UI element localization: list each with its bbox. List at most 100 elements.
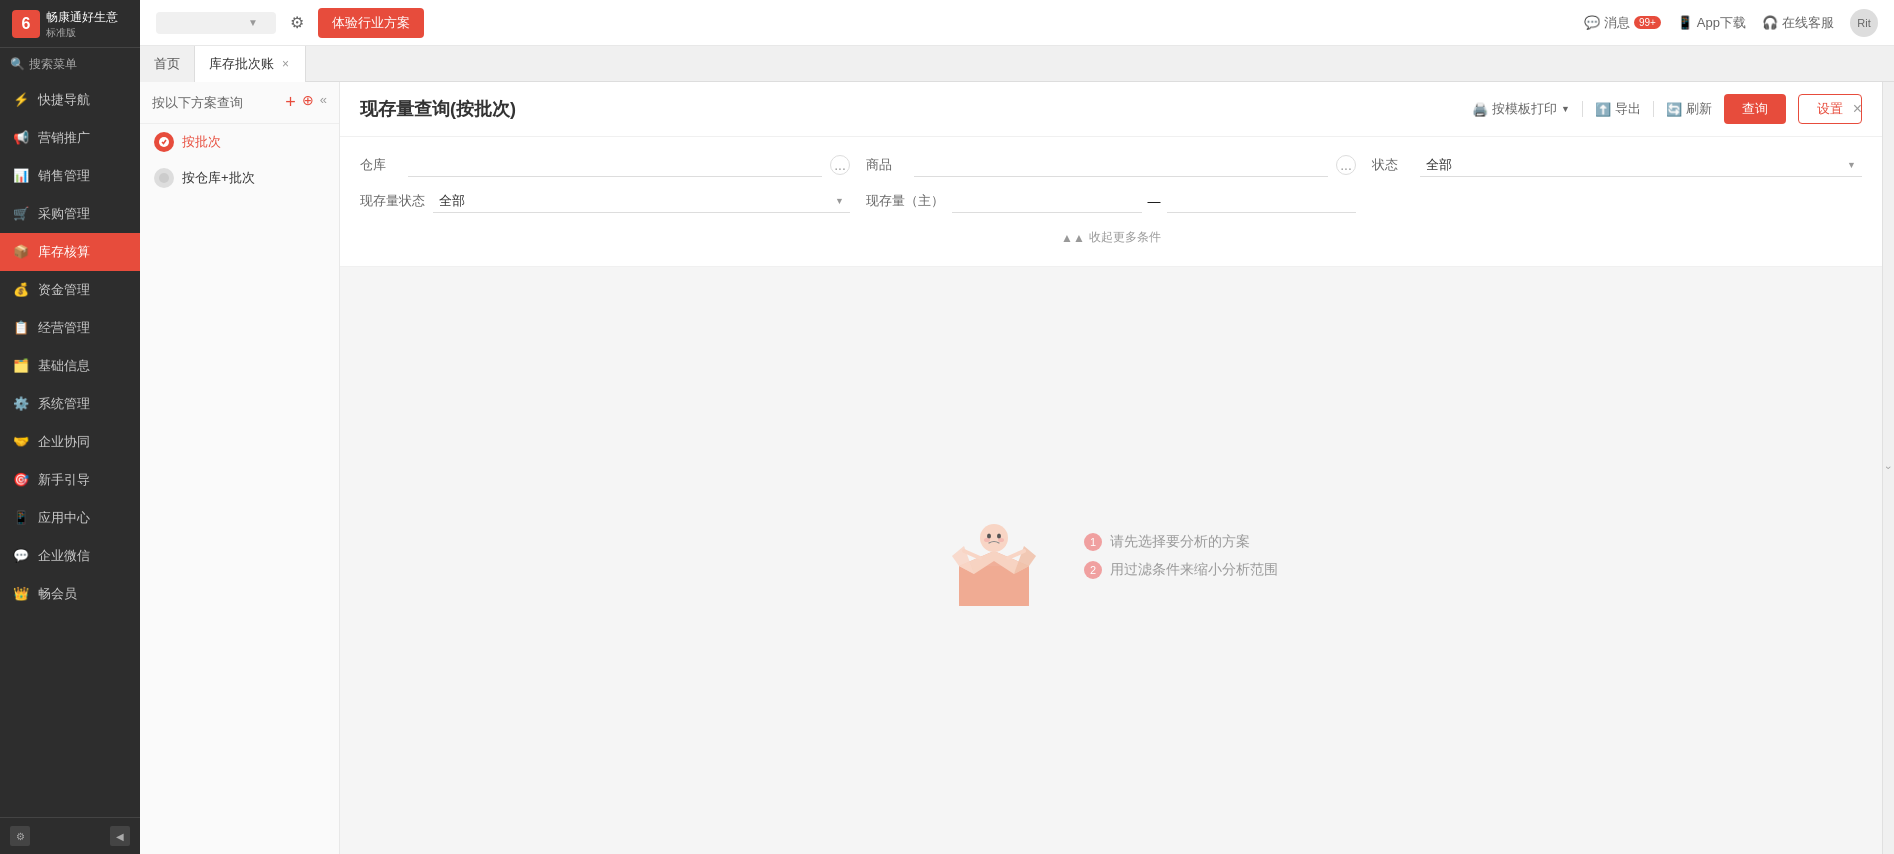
range-dash: — bbox=[1148, 194, 1161, 209]
svg-point-9 bbox=[997, 533, 1001, 538]
chevron-down-icon: ▼ bbox=[248, 17, 258, 28]
divider bbox=[1653, 101, 1654, 117]
messages-item[interactable]: 💬 消息 99+ bbox=[1584, 14, 1661, 32]
user-avatar[interactable]: Rit bbox=[1850, 9, 1878, 37]
tip-item-2: 2 用过滤条件来缩小分析范围 bbox=[1084, 561, 1278, 579]
inventory-qty-label: 现存量（主） bbox=[866, 192, 944, 210]
app-center-icon: 📱 bbox=[12, 509, 30, 527]
collapse-label: 收起更多条件 bbox=[1089, 229, 1161, 246]
svg-point-10 bbox=[984, 538, 990, 542]
warehouse-label: 仓库 bbox=[360, 156, 400, 174]
messages-badge: 99+ bbox=[1634, 16, 1661, 29]
status-select[interactable]: 全部 正常 异常 bbox=[1420, 153, 1862, 177]
scheme-by-warehouse-batch[interactable]: 按仓库+批次 bbox=[140, 160, 339, 196]
svg-point-8 bbox=[987, 533, 991, 538]
sidebar-item-system[interactable]: ⚙️ 系统管理 bbox=[0, 385, 140, 423]
sidebar-item-inventory[interactable]: 📦 库存核算 bbox=[0, 233, 140, 271]
member-icon: 👑 bbox=[12, 585, 30, 603]
phone-icon: 📱 bbox=[1677, 15, 1693, 30]
topbar-gear-icon[interactable]: ⚙ bbox=[286, 9, 308, 36]
main-area: ▼ ⚙ 体验行业方案 💬 消息 99+ 📱 App下载 🎧 在线客服 Rit bbox=[140, 0, 1894, 854]
app-download-item[interactable]: 📱 App下载 bbox=[1677, 14, 1746, 32]
goods-input[interactable] bbox=[914, 153, 1328, 177]
page-close-icon[interactable]: × bbox=[1853, 100, 1862, 118]
wechat-icon: 💬 bbox=[12, 547, 30, 565]
refresh-action[interactable]: 🔄 刷新 bbox=[1666, 100, 1712, 118]
sidebar-item-app-center[interactable]: 📱 应用中心 bbox=[0, 499, 140, 537]
refresh-icon: 🔄 bbox=[1666, 102, 1682, 117]
query-button[interactable]: 查询 bbox=[1724, 94, 1786, 124]
sidebar-item-sales[interactable]: 📊 销售管理 bbox=[0, 157, 140, 195]
goods-more-button[interactable]: ... bbox=[1336, 155, 1356, 175]
sidebar-item-basic[interactable]: 🗂️ 基础信息 bbox=[0, 347, 140, 385]
svg-point-7 bbox=[980, 524, 1008, 552]
tip-text-1: 请先选择要分析的方案 bbox=[1110, 533, 1250, 551]
user-name: Rit bbox=[1857, 17, 1870, 29]
settings-icon: ⚙ bbox=[16, 831, 25, 842]
tip-num-2: 2 bbox=[1084, 561, 1102, 579]
filter-row-2: 现存量状态 全部 有库存 无库存 现存量（主） bbox=[360, 189, 1862, 213]
sidebar-nav: ⚡ 快捷导航 📢 营销推广 📊 销售管理 🛒 采购管理 📦 库存核算 💰 资金管… bbox=[0, 81, 140, 817]
sidebar-item-label: 采购管理 bbox=[38, 205, 90, 223]
filter-inventory-status: 现存量状态 全部 有库存 无库存 bbox=[360, 189, 850, 213]
tab-close-icon[interactable]: × bbox=[280, 55, 291, 73]
sidebar-item-purchase[interactable]: 🛒 采购管理 bbox=[0, 195, 140, 233]
sidebar-item-label: 库存核算 bbox=[38, 243, 90, 261]
brand-info: 畅康通好生意 标准版 bbox=[46, 10, 118, 39]
sidebar-item-label: 基础信息 bbox=[38, 357, 90, 375]
topbar-search-input[interactable] bbox=[164, 16, 244, 30]
sidebar-item-wechat[interactable]: 💬 企业微信 bbox=[0, 537, 140, 575]
search-icon: 🔍 bbox=[10, 57, 25, 71]
tab-inventory-label: 库存批次账 bbox=[209, 55, 274, 73]
scheme-by-batch[interactable]: 按批次 bbox=[140, 124, 339, 160]
page-actions: 🖨️ 按模板打印 ▼ ⬆️ 导出 🔄 刷新 查询 设置 bbox=[1472, 94, 1862, 124]
add-scheme-icon[interactable]: + bbox=[285, 92, 296, 113]
sidebar-item-label: 销售管理 bbox=[38, 167, 90, 185]
topbar-input-area[interactable]: ▼ bbox=[156, 12, 276, 34]
status-label: 状态 bbox=[1372, 156, 1412, 174]
inventory-status-select-wrapper: 全部 有库存 无库存 bbox=[433, 189, 850, 213]
sidebar-footer: ⚙ ◀ bbox=[0, 817, 140, 854]
collapse-icon: ◀ bbox=[116, 831, 124, 842]
svg-point-1 bbox=[159, 173, 169, 183]
online-service-item[interactable]: 🎧 在线客服 bbox=[1762, 14, 1834, 32]
print-icon: 🖨️ bbox=[1472, 102, 1488, 117]
tab-inventory-batch[interactable]: 库存批次账 × bbox=[195, 46, 306, 82]
left-panel-header: 按以下方案查询 + ⊕ « bbox=[140, 82, 339, 124]
sidebar-item-enterprise[interactable]: 🤝 企业协同 bbox=[0, 423, 140, 461]
scheme-settings-icon[interactable]: ⊕ bbox=[302, 92, 314, 113]
left-panel-title: 按以下方案查询 bbox=[152, 94, 243, 112]
experience-btn[interactable]: 体验行业方案 bbox=[318, 8, 424, 38]
inventory-status-select[interactable]: 全部 有库存 无库存 bbox=[433, 189, 850, 213]
print-action[interactable]: 🖨️ 按模板打印 ▼ bbox=[1472, 100, 1570, 118]
topbar-right: 💬 消息 99+ 📱 App下载 🎧 在线客服 Rit bbox=[1584, 9, 1878, 37]
headset-icon: 🎧 bbox=[1762, 15, 1778, 30]
sales-icon: 📊 bbox=[12, 167, 30, 185]
sidebar-item-quick-nav[interactable]: ⚡ 快捷导航 bbox=[0, 81, 140, 119]
qty-from-input[interactable] bbox=[952, 189, 1142, 213]
collapse-more-btn[interactable]: ▲▲ 收起更多条件 bbox=[360, 225, 1862, 250]
sidebar-item-marketing[interactable]: 📢 营销推广 bbox=[0, 119, 140, 157]
warehouse-more-button[interactable]: ... bbox=[830, 155, 850, 175]
sidebar-settings-button[interactable]: ⚙ bbox=[10, 826, 30, 846]
search-menu[interactable]: 🔍 搜索菜单 bbox=[0, 48, 140, 81]
sidebar-item-operation[interactable]: 📋 经营管理 bbox=[0, 309, 140, 347]
right-collapse-panel[interactable]: › bbox=[1882, 82, 1894, 854]
warehouse-input[interactable] bbox=[408, 153, 822, 177]
sidebar-item-label: 营销推广 bbox=[38, 129, 90, 147]
app-logo: 6 bbox=[12, 10, 40, 38]
enterprise-icon: 🤝 bbox=[12, 433, 30, 451]
sidebar-item-finance[interactable]: 💰 资金管理 bbox=[0, 271, 140, 309]
page-title: 现存量查询(按批次) bbox=[360, 97, 516, 121]
collapse-chevron-icon: ▲▲ bbox=[1061, 231, 1085, 245]
sidebar-collapse-button[interactable]: ◀ bbox=[110, 826, 130, 846]
scheme-label: 按仓库+批次 bbox=[182, 169, 255, 187]
qty-to-input[interactable] bbox=[1167, 189, 1357, 213]
inventory-status-label: 现存量状态 bbox=[360, 192, 425, 210]
export-action[interactable]: ⬆️ 导出 bbox=[1595, 100, 1641, 118]
tab-home[interactable]: 首页 bbox=[140, 46, 195, 82]
sidebar-item-member[interactable]: 👑 畅会员 bbox=[0, 575, 140, 613]
sidebar-item-guide[interactable]: 🎯 新手引导 bbox=[0, 461, 140, 499]
left-panel-collapse-icon[interactable]: « bbox=[320, 92, 327, 113]
tip-item-1: 1 请先选择要分析的方案 bbox=[1084, 533, 1278, 551]
